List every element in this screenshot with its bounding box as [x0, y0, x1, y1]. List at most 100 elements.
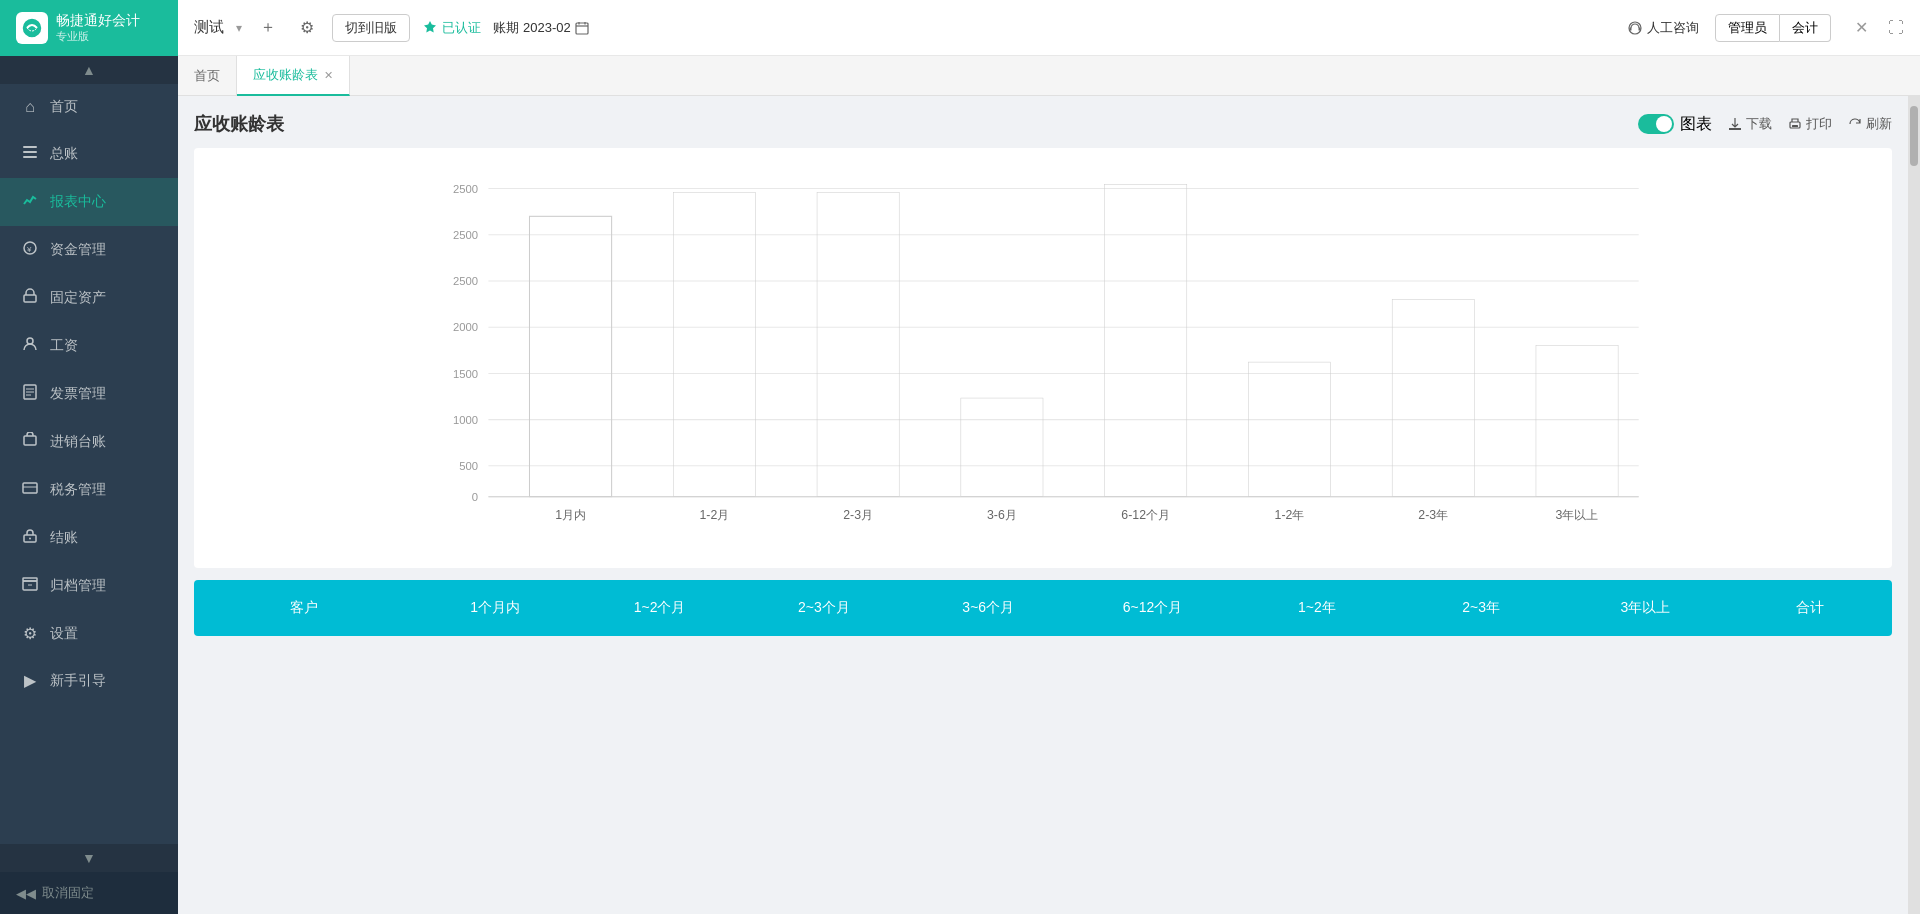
- sidebar-item-home[interactable]: ⌂ 首页: [0, 84, 178, 130]
- app-edition: 专业版: [56, 29, 140, 44]
- table-container: 客户 1个月内 1~2个月 2~3个月 3~6个月 6~12: [194, 580, 1892, 636]
- sidebar-item-funds-label: 资金管理: [50, 241, 106, 259]
- app-logo-icon: [16, 12, 48, 44]
- user-btn[interactable]: 管理员: [1715, 14, 1780, 42]
- svg-rect-13: [23, 483, 37, 493]
- svg-text:2500: 2500: [453, 229, 478, 241]
- svg-rect-47: [529, 216, 611, 496]
- main-content: 测试 ▾ ＋ ⚙ 切到旧版 已认证 账期 2023-02 人工咨询 管理员 会计…: [178, 0, 1920, 914]
- svg-text:6-12个月: 6-12个月: [1121, 508, 1170, 522]
- sidebar-item-reports[interactable]: 报表中心: [0, 178, 178, 226]
- svg-text:¥: ¥: [26, 245, 32, 254]
- svg-text:2500: 2500: [453, 275, 478, 287]
- download-btn[interactable]: 下载: [1728, 115, 1772, 133]
- svg-text:1-2年: 1-2年: [1275, 508, 1305, 522]
- svg-rect-51: [1105, 184, 1187, 496]
- funds-icon: ¥: [20, 240, 40, 260]
- sidebar-item-archive-label: 归档管理: [50, 577, 106, 595]
- window-expand-icon[interactable]: ⛶: [1888, 19, 1904, 37]
- sidebar-item-settings[interactable]: ⚙ 设置: [0, 610, 178, 657]
- sidebar-item-tax[interactable]: 税务管理: [0, 466, 178, 514]
- svg-rect-3: [23, 156, 37, 158]
- sidebar-item-funds[interactable]: ¥ 资金管理: [0, 226, 178, 274]
- consult-btn[interactable]: 人工咨询: [1627, 19, 1699, 37]
- sidebar-item-ledger-label: 总账: [50, 145, 78, 163]
- assets-icon: [20, 288, 40, 308]
- svg-text:2-3月: 2-3月: [843, 508, 873, 522]
- sidebar-item-assets[interactable]: 固定资产: [0, 274, 178, 322]
- svg-text:2000: 2000: [453, 321, 478, 333]
- company-name: 测试: [194, 18, 224, 37]
- sidebar-item-payroll-label: 工资: [50, 337, 78, 355]
- th-2-3month: 2~3个月: [742, 580, 906, 636]
- page-title: 应收账龄表: [194, 112, 284, 136]
- svg-rect-52: [1248, 362, 1330, 497]
- sidebar-item-invoice[interactable]: 发票管理: [0, 370, 178, 418]
- cancel-fixed-btn[interactable]: ◀◀ 取消固定: [0, 872, 178, 914]
- sidebar-item-close[interactable]: 结账: [0, 514, 178, 562]
- scrollbar[interactable]: [1908, 96, 1920, 914]
- sidebar-item-ledger[interactable]: 总账: [0, 130, 178, 178]
- sidebar-item-payroll[interactable]: 工资: [0, 322, 178, 370]
- svg-text:3-6月: 3-6月: [987, 508, 1017, 522]
- svg-text:2-3年: 2-3年: [1418, 508, 1448, 522]
- chart-toggle-label: 图表: [1680, 114, 1712, 135]
- topbar-right: 人工咨询 管理员 会计 ✕ ⛶: [1627, 14, 1904, 42]
- settings-btn[interactable]: ⚙: [294, 14, 320, 41]
- add-company-btn[interactable]: ＋: [254, 13, 282, 42]
- pin-icon: ◀◀: [16, 886, 36, 901]
- payroll-icon: [20, 336, 40, 356]
- svg-text:3年以上: 3年以上: [1556, 508, 1599, 522]
- svg-rect-20: [576, 23, 588, 34]
- window-close-icon[interactable]: ✕: [1855, 18, 1868, 37]
- tab-home[interactable]: 首页: [178, 56, 237, 96]
- th-1month: 1个月内: [413, 580, 577, 636]
- sidebar-scroll-up[interactable]: ▲: [0, 56, 178, 84]
- role-btn[interactable]: 会计: [1780, 14, 1831, 42]
- sidebar-item-inventory[interactable]: 进销台账: [0, 418, 178, 466]
- verified-label: 已认证: [442, 19, 481, 37]
- sidebar: 畅捷通好会计 专业版 ▲ ⌂ 首页 总账 报表中心 ¥ 资金管理: [0, 0, 178, 914]
- print-btn[interactable]: 打印: [1788, 115, 1832, 133]
- tab-ar-aging[interactable]: 应收账龄表 ✕: [237, 56, 350, 96]
- calendar-icon[interactable]: [575, 21, 589, 35]
- tab-close-icon[interactable]: ✕: [324, 69, 333, 82]
- tab-ar-aging-label: 应收账龄表: [253, 66, 318, 84]
- sidebar-item-archive[interactable]: 归档管理: [0, 562, 178, 610]
- chart-toggle[interactable]: 图表: [1638, 114, 1712, 135]
- period-display: 账期 2023-02: [493, 19, 589, 37]
- tab-bar: 首页 应收账龄表 ✕: [178, 56, 1920, 96]
- cancel-fixed-label: 取消固定: [42, 884, 94, 902]
- refresh-btn[interactable]: 刷新: [1848, 115, 1892, 133]
- svg-rect-1: [23, 146, 37, 148]
- toggle-track[interactable]: [1638, 114, 1674, 134]
- chart-container: 2500 2500 2500 2000 1500 1000 500 0: [194, 148, 1892, 568]
- sidebar-item-guide[interactable]: ▶ 新手引导: [0, 657, 178, 704]
- svg-rect-18: [23, 578, 37, 581]
- settings-icon: ⚙: [20, 624, 40, 643]
- page-actions: 图表 下载 打印 刷新: [1638, 114, 1892, 135]
- svg-rect-28: [1792, 125, 1798, 127]
- scroll-thumb[interactable]: [1910, 106, 1918, 166]
- print-icon: [1788, 117, 1802, 131]
- svg-point-0: [22, 18, 42, 38]
- th-3plus-year: 3年以上: [1563, 580, 1727, 636]
- consult-label: 人工咨询: [1647, 19, 1699, 37]
- archive-icon: [20, 576, 40, 596]
- company-dropdown[interactable]: ▾: [236, 21, 242, 35]
- svg-rect-54: [1536, 346, 1618, 497]
- sidebar-item-reports-label: 报表中心: [50, 193, 106, 211]
- sidebar-scroll-down[interactable]: ▼: [0, 844, 178, 872]
- switch-version-btn[interactable]: 切到旧版: [332, 14, 410, 42]
- close-account-icon: [20, 528, 40, 548]
- home-icon: ⌂: [20, 98, 40, 116]
- th-1-2year: 1~2年: [1235, 580, 1399, 636]
- svg-text:1月内: 1月内: [555, 508, 586, 522]
- svg-rect-50: [961, 398, 1043, 497]
- svg-rect-45: [529, 216, 611, 496]
- svg-point-7: [27, 338, 33, 344]
- svg-point-16: [29, 538, 31, 540]
- th-6-12month: 6~12个月: [1070, 580, 1234, 636]
- tax-icon: [20, 480, 40, 500]
- table-header: 客户 1个月内 1~2个月 2~3个月 3~6个月 6~12: [194, 580, 1892, 636]
